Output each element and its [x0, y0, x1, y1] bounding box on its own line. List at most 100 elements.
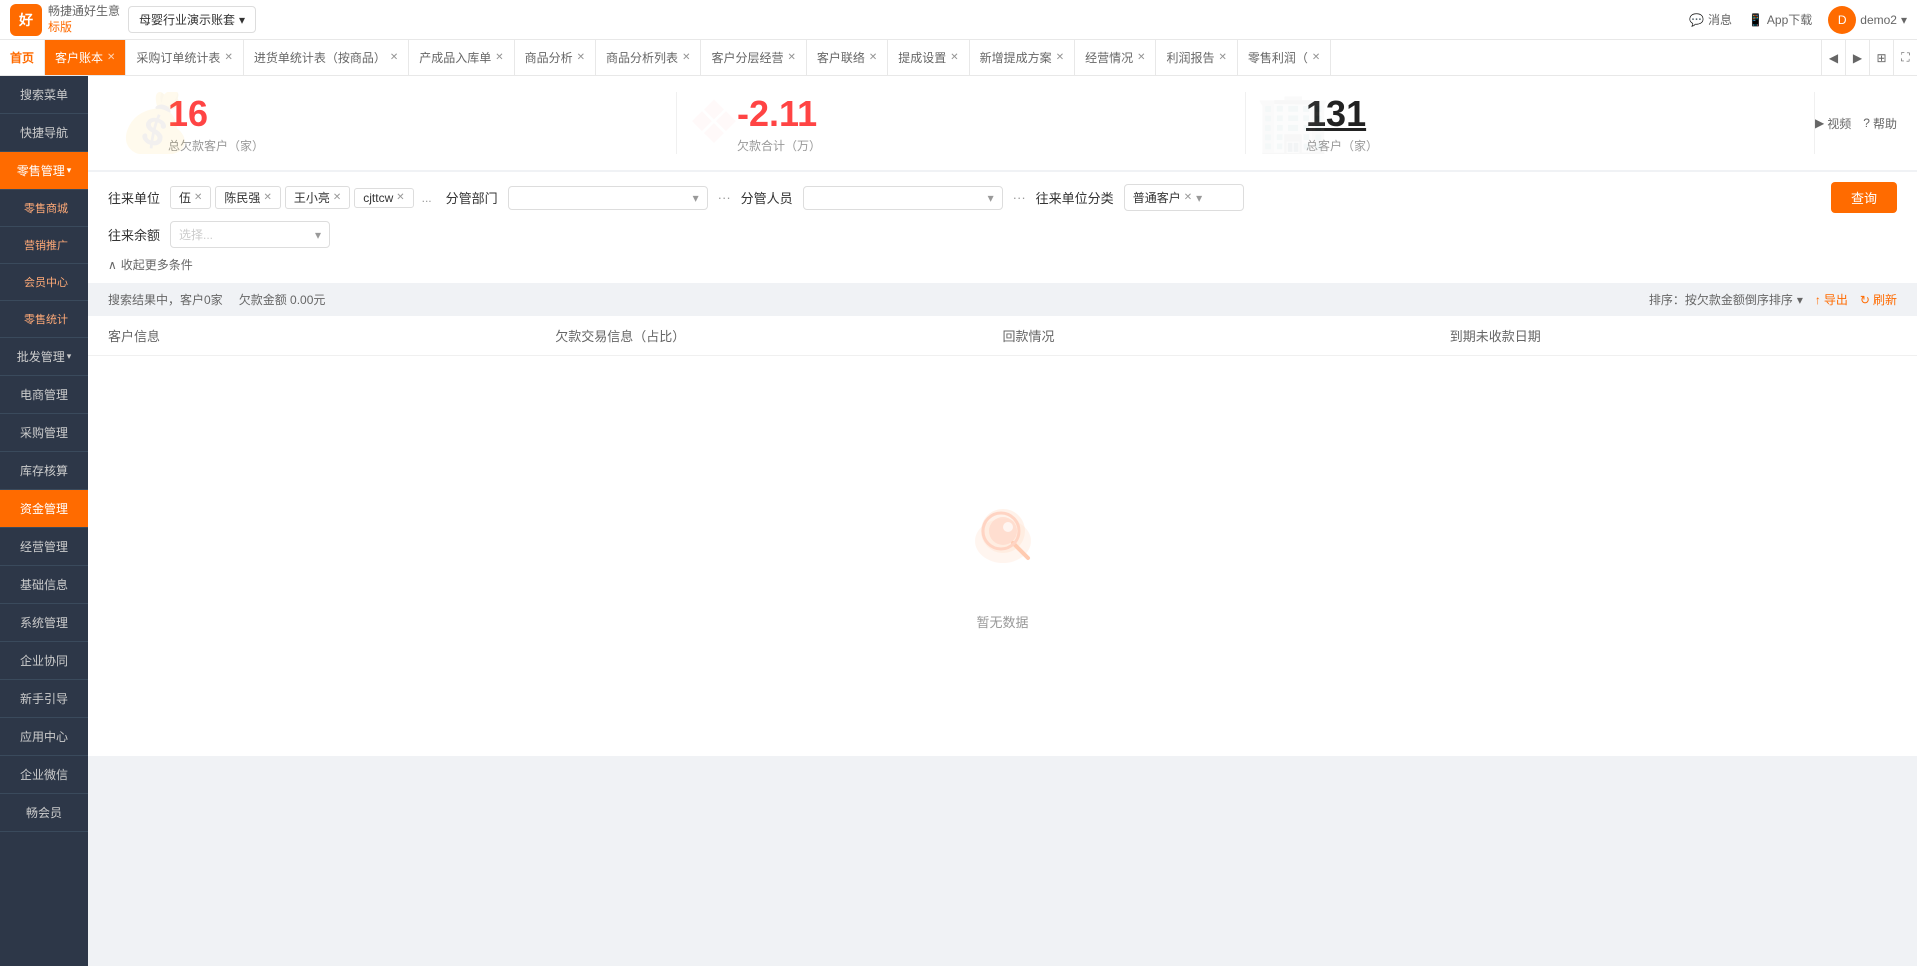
close-icon[interactable]: ✕: [224, 52, 232, 63]
nav-more-btn[interactable]: ⊞: [1869, 40, 1893, 76]
sidebar-label-inventory: 库存核算: [20, 464, 68, 478]
video-btn[interactable]: ▶ 视频: [1815, 115, 1851, 132]
tab-retail-profit[interactable]: 零售利润（ ✕: [1238, 40, 1331, 75]
empty-illustration: [953, 481, 1053, 581]
refresh-btn[interactable]: ↻ 刷新: [1860, 291, 1897, 308]
tab-customer-contact-label: 客户联络: [817, 49, 865, 66]
export-btn[interactable]: ↑ 导出: [1815, 291, 1848, 308]
sidebar-item-app-center[interactable]: 应用中心: [0, 718, 88, 756]
sidebar-item-enterprise-wechat[interactable]: 企业微信: [0, 756, 88, 794]
tag-wang: 王小亮 ✕: [285, 186, 350, 209]
sidebar-item-wholesale-mgmt[interactable]: 批发管理 ▾: [0, 338, 88, 376]
close-icon[interactable]: ✕: [1312, 52, 1320, 63]
message-btn[interactable]: 💬 消息: [1689, 11, 1732, 28]
nav-next-btn[interactable]: ▶: [1845, 40, 1869, 76]
tab-purchase-stats[interactable]: 进货单统计表（按商品） ✕: [244, 40, 409, 75]
user-menu[interactable]: D demo2 ▾: [1828, 6, 1907, 34]
sidebar-item-system[interactable]: 系统管理: [0, 604, 88, 642]
close-icon[interactable]: ✕: [869, 52, 877, 63]
sidebar-item-finance[interactable]: 资金管理: [0, 490, 88, 528]
app-download-btn[interactable]: 📱 App下载: [1748, 11, 1812, 28]
close-icon[interactable]: ✕: [787, 52, 795, 63]
close-icon[interactable]: ✕: [950, 52, 958, 63]
debt-text: 欠款金额 0.00元: [239, 291, 326, 308]
unit-type-close[interactable]: ✕: [1184, 192, 1192, 203]
sidebar-item-newbie[interactable]: 新手引导: [0, 680, 88, 718]
stats-section: 💰 16 总欠款客户（家） ❖ -2.11 欠款合计（万） 🏢 131: [88, 76, 1917, 170]
unit-type-tag-label: 普通客户: [1133, 189, 1181, 206]
sidebar-item-retail-mall[interactable]: 零售商城: [0, 190, 88, 227]
sidebar-item-retail-mgmt[interactable]: 零售管理 ▾: [0, 152, 88, 190]
nav-arrows: ◀ ▶ ⊞ ⛶: [1821, 40, 1917, 76]
tab-customer-account-label: 客户账本: [55, 49, 103, 66]
sidebar-item-quick-nav[interactable]: 快捷导航: [0, 114, 88, 152]
tab-commission-settings[interactable]: 提成设置 ✕: [888, 40, 969, 75]
download-icon: 📱: [1748, 13, 1763, 27]
tab-new-commission[interactable]: 新增提成方案 ✕: [970, 40, 1075, 75]
chevron-icon: ▾: [67, 165, 72, 176]
tab-purchase-order[interactable]: 采购订单统计表 ✕: [126, 40, 243, 75]
sidebar-item-enterprise-collab[interactable]: 企业协同: [0, 642, 88, 680]
sidebar-item-purchase[interactable]: 采购管理: [0, 414, 88, 452]
tab-profit-report-label: 利润报告: [1166, 49, 1214, 66]
close-icon[interactable]: ✕: [390, 52, 398, 63]
close-icon[interactable]: ✕: [1219, 52, 1227, 63]
export-icon: ↑: [1815, 293, 1821, 307]
sidebar-item-chang-member[interactable]: 畅会员: [0, 794, 88, 832]
sidebar-label-newbie: 新手引导: [20, 692, 68, 706]
tag-wu-close[interactable]: ✕: [194, 192, 202, 203]
stat-total-customers: 🏢 131 总客户（家）: [1246, 92, 1815, 154]
tab-goods-analysis-list[interactable]: 商品分析列表 ✕: [596, 40, 701, 75]
tag-cjttcw-close[interactable]: ✕: [396, 192, 404, 203]
query-button[interactable]: 查询: [1831, 182, 1897, 213]
person-selector[interactable]: ▾: [803, 186, 1003, 210]
tab-goods-analysis-label: 商品分析: [525, 49, 573, 66]
person-more-btn[interactable]: ···: [1013, 190, 1026, 205]
sidebar-item-member-center[interactable]: 会员中心: [0, 264, 88, 301]
close-icon[interactable]: ✕: [107, 52, 115, 63]
filter-area: 往来单位 伍 ✕ 陈民强 ✕ 王小亮 ✕ cjttcw: [88, 172, 1917, 283]
account-selector[interactable]: 母婴行业演示账套 ▾: [128, 6, 256, 33]
tab-customer-contact[interactable]: 客户联络 ✕: [807, 40, 888, 75]
close-icon[interactable]: ✕: [1056, 52, 1064, 63]
close-icon[interactable]: ✕: [495, 52, 503, 63]
tab-customer-layer[interactable]: 客户分层经营 ✕: [701, 40, 806, 75]
help-btn[interactable]: ? 帮助: [1863, 115, 1897, 132]
tab-profit-report[interactable]: 利润报告 ✕: [1156, 40, 1237, 75]
stat-col2-text: -2.11 欠款合计（万）: [737, 92, 821, 154]
tab-business-status[interactable]: 经营情况 ✕: [1075, 40, 1156, 75]
sidebar-item-search-menu[interactable]: 搜索菜单: [0, 76, 88, 114]
nav-fullscreen-btn[interactable]: ⛶: [1893, 40, 1917, 76]
tab-finished-goods[interactable]: 产成品入库单 ✕: [409, 40, 514, 75]
chevron-down-icon: ▾: [693, 191, 699, 205]
help-icon: ?: [1863, 116, 1870, 130]
close-icon[interactable]: ✕: [1137, 52, 1145, 63]
tab-home[interactable]: 首页: [0, 40, 45, 75]
collapse-btn[interactable]: ∧ 收起更多条件: [108, 256, 1897, 273]
sidebar-item-retail-stats[interactable]: 零售统计: [0, 301, 88, 338]
sidebar-item-inventory[interactable]: 库存核算: [0, 452, 88, 490]
tag-chen-close[interactable]: ✕: [263, 192, 271, 203]
dept-selector[interactable]: ▾: [508, 186, 708, 210]
sidebar-item-ecommerce[interactable]: 电商管理: [0, 376, 88, 414]
balance-selector[interactable]: 选择... ▾: [170, 221, 330, 248]
close-icon[interactable]: ✕: [682, 52, 690, 63]
sidebar-item-business-mgmt[interactable]: 经营管理: [0, 528, 88, 566]
unit-type-selector[interactable]: 普通客户 ✕ ▾: [1124, 184, 1244, 211]
message-label: 消息: [1708, 11, 1732, 28]
sort-selector[interactable]: 排序：按欠款金额倒序排序 ▾: [1649, 291, 1803, 308]
sidebar-item-marketing[interactable]: 营销推广: [0, 227, 88, 264]
stat-col2-number: -2.11: [737, 92, 821, 135]
nav-prev-btn[interactable]: ◀: [1821, 40, 1845, 76]
more-tags-btn[interactable]: ...: [418, 189, 436, 207]
tab-goods-analysis[interactable]: 商品分析 ✕: [515, 40, 596, 75]
sidebar-item-basic-info[interactable]: 基础信息: [0, 566, 88, 604]
balance-label: 往来余额: [108, 225, 160, 244]
tag-wang-close[interactable]: ✕: [333, 192, 341, 203]
logo-line1: 畅捷通好生意: [48, 4, 120, 20]
close-icon[interactable]: ✕: [577, 52, 585, 63]
tab-customer-account[interactable]: 客户账本 ✕: [45, 40, 126, 75]
stat-total-debtors: 💰 16 总欠款客户（家）: [108, 92, 677, 154]
stat-total-debt: ❖ -2.11 欠款合计（万）: [677, 92, 1246, 154]
dept-more-btn[interactable]: ···: [718, 190, 731, 205]
